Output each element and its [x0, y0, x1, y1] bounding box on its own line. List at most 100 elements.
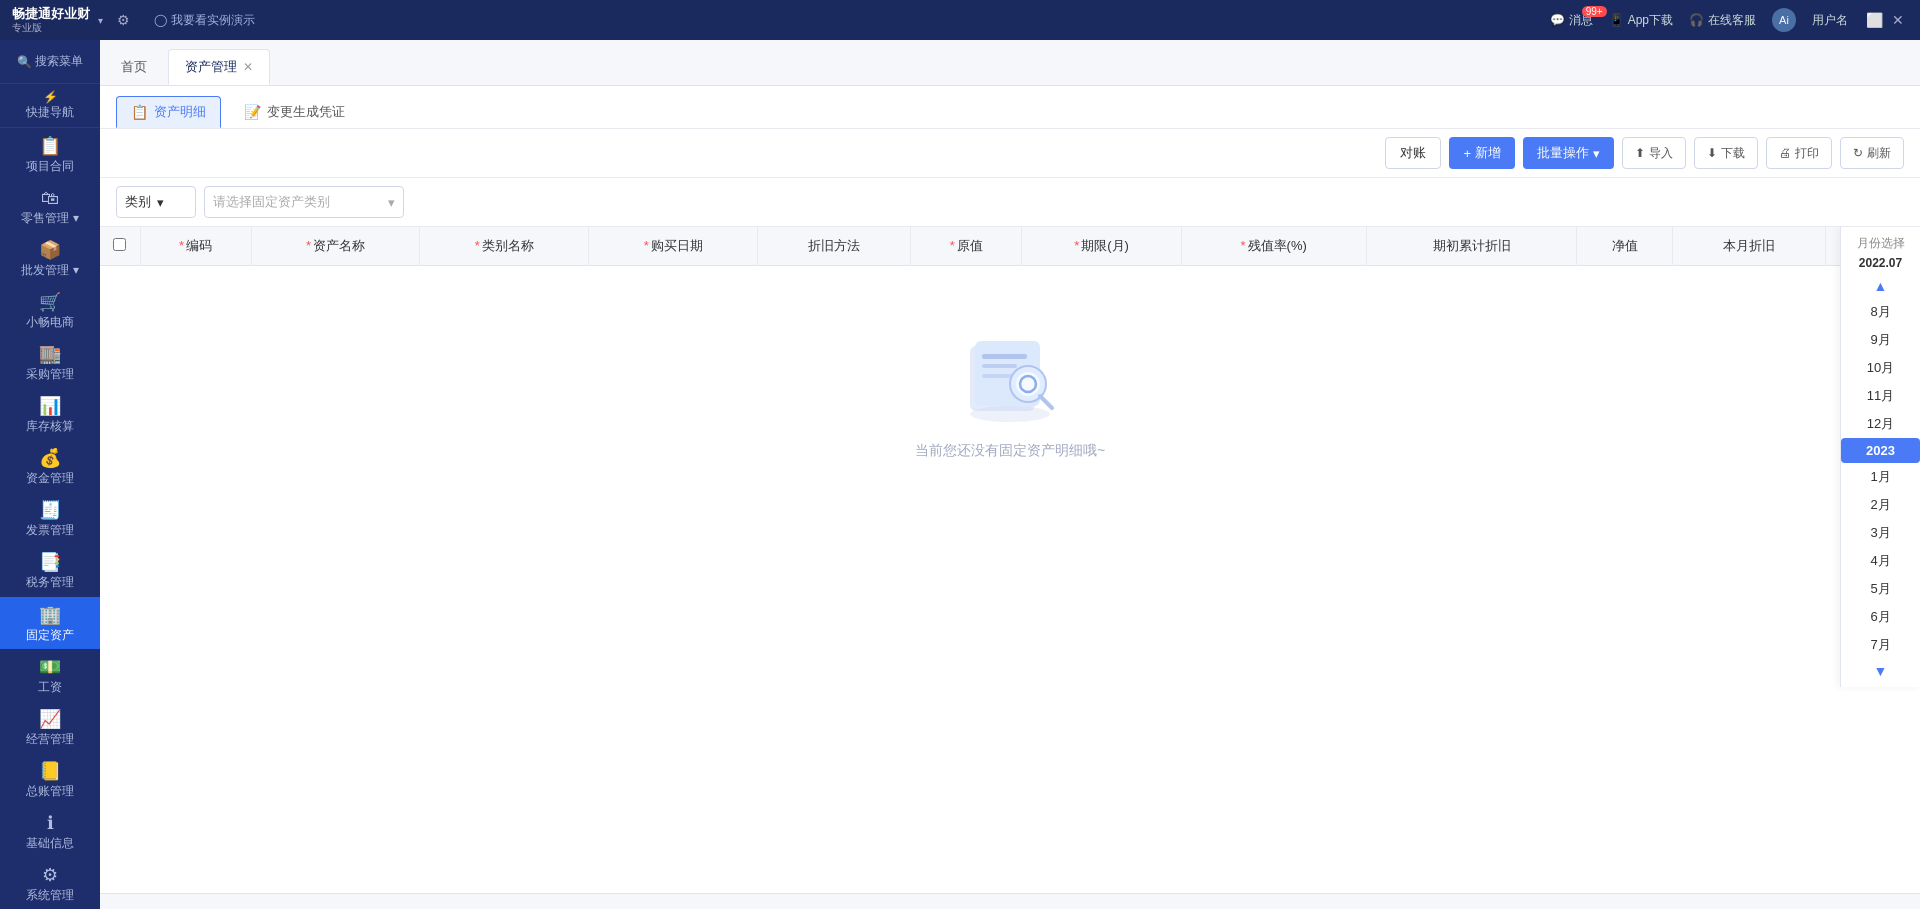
- select-all-checkbox[interactable]: [113, 238, 126, 251]
- sidebar-item-basic-info[interactable]: ℹ 基础信息: [0, 805, 100, 857]
- month-item-4[interactable]: 4月: [1841, 547, 1920, 575]
- top-bar-right: 💬 消息 99+ 📱 App下载 🎧 在线客服 Ai 用户名 ⬜ ✕: [1550, 8, 1908, 32]
- month-item-12[interactable]: 12月: [1841, 410, 1920, 438]
- table-header-original-value: *原值: [911, 227, 1022, 266]
- sidebar-item-finance[interactable]: 💰 资金管理: [0, 441, 100, 493]
- month-item-8[interactable]: 8月: [1841, 298, 1920, 326]
- month-item-1[interactable]: 1月: [1841, 463, 1920, 491]
- asset-detail-tab-icon: 📋: [131, 104, 148, 120]
- tab-close-icon[interactable]: ✕: [243, 60, 253, 74]
- refresh-button[interactable]: ↻ 刷新: [1840, 137, 1904, 169]
- table-header-category-name: *类别名称: [420, 227, 589, 266]
- month-nav-up-btn[interactable]: ▲: [1869, 274, 1893, 298]
- sidebar-basic-info-label: 基础信息: [26, 836, 74, 850]
- quicknav-icon: ⚡: [43, 90, 58, 104]
- category-label: 类别: [125, 193, 151, 211]
- sidebar-wholesale-label: 批发管理 ▾: [21, 263, 78, 277]
- empty-icon: [950, 326, 1070, 426]
- app-logo: 畅捷通好业财 专业版: [12, 6, 90, 34]
- sidebar-item-invoice[interactable]: 🧾 发票管理: [0, 493, 100, 545]
- message-icon: 💬: [1550, 13, 1565, 27]
- month-item-year-2023[interactable]: 2023: [1841, 438, 1920, 463]
- month-item-7[interactable]: 7月: [1841, 631, 1920, 659]
- batch-arrow-icon: ▾: [1593, 146, 1600, 161]
- sub-tab-change-voucher[interactable]: 📝 变更生成凭证: [229, 96, 360, 128]
- sidebar: 🔍 搜索菜单 ⚡ 快捷导航 📋 项目合同 🛍 零售管理 ▾ 📦 批发管理 ▾ 🛒…: [0, 40, 100, 909]
- download-button[interactable]: ⬇ 下载: [1694, 137, 1758, 169]
- change-voucher-tab-icon: 📝: [244, 104, 261, 120]
- sidebar-item-retail[interactable]: 🛍 零售管理 ▾: [0, 180, 100, 232]
- sidebar-item-wholesale[interactable]: 📦 批发管理 ▾: [0, 232, 100, 284]
- sidebar-item-purchase[interactable]: 🏬 采购管理: [0, 336, 100, 388]
- app-download-button[interactable]: 📱 App下载: [1609, 12, 1673, 29]
- sidebar-item-ecommerce[interactable]: 🛒 小畅电商: [0, 284, 100, 336]
- month-year-label: 2022.07: [1859, 254, 1902, 274]
- top-bar: 畅捷通好业财 专业版 ▾ ⚙ ◯ 我要看实例演示 💬 消息 99+ 📱 App下…: [0, 0, 1920, 40]
- online-service-button[interactable]: 🎧 在线客服: [1689, 12, 1756, 29]
- finance-icon: 💰: [39, 447, 61, 469]
- add-icon: +: [1463, 146, 1471, 161]
- bottom-scrollbar[interactable]: [100, 893, 1920, 909]
- sub-tab-asset-detail[interactable]: 📋 资产明细: [116, 96, 221, 128]
- reconcile-button[interactable]: 对账: [1385, 137, 1441, 169]
- sidebar-item-inventory[interactable]: 📊 库存核算: [0, 388, 100, 440]
- sidebar-item-operation[interactable]: 📈 经营管理: [0, 701, 100, 753]
- sidebar-item-quicknav[interactable]: ⚡ 快捷导航: [0, 84, 100, 128]
- app-dropdown-btn[interactable]: ▾: [98, 15, 103, 26]
- month-item-11[interactable]: 11月: [1841, 382, 1920, 410]
- window-controls: ⬜ ✕: [1864, 10, 1908, 30]
- table-header-purchase-date: *购买日期: [589, 227, 758, 266]
- add-button[interactable]: + 新增: [1449, 137, 1515, 169]
- toolbar: 对账 + 新增 批量操作 ▾ ⬆ 导入 ⬇ 下载: [100, 129, 1920, 178]
- table-container[interactable]: *编码 *资产名称 *类别名称 *购买日期 折旧方法 *原值 *期限(月) *残…: [100, 227, 1920, 893]
- user-name[interactable]: 用户名: [1812, 12, 1848, 29]
- sidebar-item-system[interactable]: ⚙ 系统管理: [0, 857, 100, 909]
- settings-icon[interactable]: ⚙: [117, 12, 130, 28]
- svg-rect-3: [982, 354, 1027, 359]
- svg-rect-4: [982, 364, 1017, 368]
- month-item-9[interactable]: 9月: [1841, 326, 1920, 354]
- basic-info-icon: ℹ: [47, 812, 54, 834]
- tab-asset-mgmt[interactable]: 资产管理 ✕: [168, 49, 270, 85]
- table-header-checkbox[interactable]: [100, 227, 140, 266]
- month-item-10[interactable]: 10月: [1841, 354, 1920, 382]
- ecommerce-icon: 🛒: [39, 291, 61, 313]
- main-layout: 🔍 搜索菜单 ⚡ 快捷导航 📋 项目合同 🛍 零售管理 ▾ 📦 批发管理 ▾ 🛒…: [0, 40, 1920, 909]
- project-icon: 📋: [39, 135, 61, 157]
- app-download-label: App下载: [1628, 12, 1673, 29]
- sidebar-item-project[interactable]: 📋 项目合同: [0, 128, 100, 180]
- import-button[interactable]: ⬆ 导入: [1622, 137, 1686, 169]
- category-select[interactable]: 类别 ▾: [116, 186, 196, 218]
- month-nav-down-btn[interactable]: ▼: [1869, 659, 1893, 683]
- sidebar-item-search[interactable]: 🔍 搜索菜单: [0, 40, 100, 84]
- batch-button[interactable]: 批量操作 ▾: [1523, 137, 1614, 169]
- sidebar-system-label: 系统管理: [26, 888, 74, 902]
- window-close-btn[interactable]: ✕: [1888, 10, 1908, 30]
- service-label: 在线客服: [1708, 12, 1756, 29]
- sidebar-item-tax[interactable]: 📑 税务管理: [0, 545, 100, 597]
- month-panel-title: 月份选择: [1857, 231, 1905, 254]
- download-icon: ⬇: [1707, 146, 1717, 160]
- system-icon: ⚙: [42, 864, 58, 886]
- sidebar-item-ledger[interactable]: 📒 总账管理: [0, 753, 100, 805]
- message-button[interactable]: 💬 消息 99+: [1550, 12, 1593, 29]
- table-header-period-accum-depreciation: 期初累计折旧: [1366, 227, 1577, 266]
- month-item-5[interactable]: 5月: [1841, 575, 1920, 603]
- tab-asset-mgmt-label: 资产管理: [185, 58, 237, 76]
- sidebar-ledger-label: 总账管理: [26, 784, 74, 798]
- month-item-6[interactable]: 6月: [1841, 603, 1920, 631]
- sidebar-invoice-label: 发票管理: [26, 523, 74, 537]
- month-item-2[interactable]: 2月: [1841, 491, 1920, 519]
- print-button[interactable]: 🖨 打印: [1766, 137, 1832, 169]
- tab-home[interactable]: 首页: [104, 49, 164, 85]
- sidebar-operation-label: 经营管理: [26, 732, 74, 746]
- service-icon: 🎧: [1689, 13, 1704, 27]
- wholesale-icon: 📦: [39, 239, 61, 261]
- sidebar-item-fixed-assets[interactable]: 🏢 固定资产: [0, 597, 100, 649]
- sidebar-item-salary[interactable]: 💵 工资: [0, 649, 100, 701]
- category-input[interactable]: 请选择固定资产类别 ▾: [204, 186, 404, 218]
- batch-label: 批量操作: [1537, 144, 1589, 162]
- demo-link[interactable]: ◯ 我要看实例演示: [154, 12, 255, 29]
- month-item-3[interactable]: 3月: [1841, 519, 1920, 547]
- window-maximize-btn[interactable]: ⬜: [1864, 10, 1884, 30]
